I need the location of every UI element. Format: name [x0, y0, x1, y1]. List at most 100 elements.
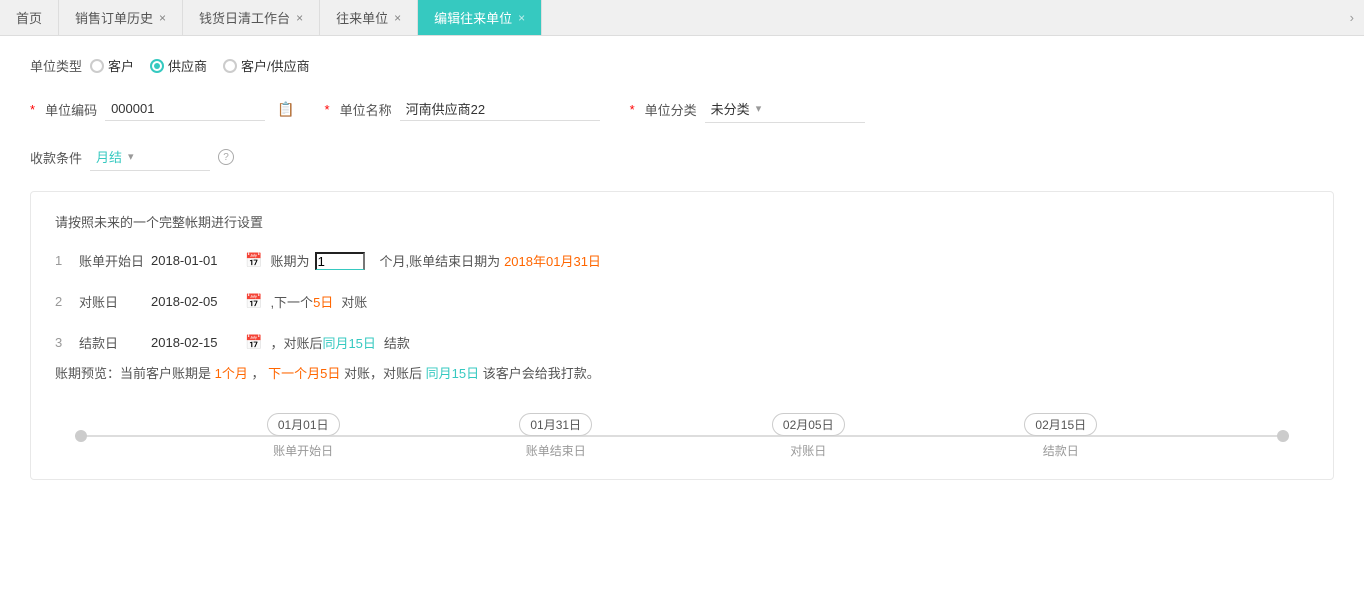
- period-end-date: 2018年01月31日: [504, 251, 601, 270]
- tab-sales-history-label: 销售订单历史: [75, 8, 153, 27]
- copy-icon[interactable]: 📋: [277, 101, 294, 118]
- name-label: 单位名称: [340, 100, 392, 119]
- calendar-icon-1[interactable]: 📅: [245, 252, 262, 269]
- tab-home[interactable]: 首页: [0, 0, 59, 35]
- timeline-start-dot: [75, 430, 87, 442]
- radio-group: 客户 供应商 客户/供应商: [90, 56, 310, 75]
- payment-row: 收款条件 月结 ▾ ?: [30, 143, 1334, 171]
- period-note-3b: 同月15日: [322, 333, 375, 352]
- timeline-sublabel-2: 账单结束日: [526, 442, 586, 459]
- radio-both-circle: [223, 59, 237, 73]
- category-group: * 单位分类 未分类 ▾: [630, 95, 865, 123]
- period-row-1: 1 账单开始日 2018-01-01 📅 账期为 个月,账单结束日期为 2018…: [55, 251, 1309, 270]
- timeline-area: 01月01日 账单开始日 01月31日 账单结束日 02月05日 对账日 02月…: [55, 413, 1309, 459]
- calendar-icon-2[interactable]: 📅: [245, 293, 262, 310]
- category-value: 未分类: [711, 99, 750, 118]
- name-input[interactable]: [400, 97, 600, 121]
- period-label-3: 结款日: [79, 333, 151, 352]
- code-input[interactable]: [105, 97, 265, 121]
- tab-expand-button[interactable]: ›: [1340, 0, 1364, 35]
- timeline-dot-end: [1277, 430, 1289, 442]
- period-label-2: 对账日: [79, 292, 151, 311]
- period-row-3: 3 结款日 2018-02-15 📅 ，对账后 同月15日 结款: [55, 333, 1309, 352]
- timeline-end-dot: [1277, 430, 1289, 442]
- timeline-point-1: 01月01日 账单开始日: [267, 413, 340, 459]
- code-label: 单位编码: [45, 100, 97, 119]
- radio-supplier-circle: [150, 59, 164, 73]
- period-months-input[interactable]: [315, 252, 365, 270]
- timeline-badge-2: 01月31日: [519, 413, 592, 436]
- category-dropdown-arrow: ▾: [756, 102, 762, 115]
- unit-type-label: 单位类型: [30, 56, 82, 75]
- period-note-2b: 5日: [313, 292, 333, 311]
- preview-part1: 1个月: [215, 366, 248, 381]
- category-required: *: [630, 102, 635, 117]
- period-note-2c: 对账: [341, 292, 367, 311]
- period-note-1a: 账期为: [270, 251, 309, 270]
- radio-customer[interactable]: 客户: [90, 56, 134, 75]
- period-date-1: 2018-01-01: [151, 253, 241, 268]
- period-note-1b: 个月,账单结束日期为: [379, 251, 500, 270]
- tabs-bar: 首页 销售订单历史 × 钱货日清工作台 × 往来单位 × 编辑往来单位 × ›: [0, 0, 1364, 36]
- period-title: 请按照未来的一个完整帐期进行设置: [55, 212, 1309, 231]
- period-num-1: 1: [55, 253, 79, 268]
- timeline-points: 01月01日 账单开始日 01月31日 账单结束日 02月05日 对账日 02月…: [75, 413, 1289, 459]
- tab-home-label: 首页: [16, 8, 42, 27]
- preview-text: 账期预览：当前客户账期是 1个月 ， 下一个月5日 对账，对账后 同月15日 该…: [55, 362, 1309, 385]
- period-note-3c: 结款: [384, 333, 410, 352]
- tab-cashier-close[interactable]: ×: [296, 11, 303, 25]
- timeline-sublabel-4: 结款日: [1043, 442, 1079, 459]
- radio-customer-label: 客户: [108, 56, 134, 75]
- tab-partners-close[interactable]: ×: [394, 11, 401, 25]
- period-note-3a: ，对账后: [270, 333, 322, 352]
- period-row-2: 2 对账日 2018-02-05 📅 ,下一个 5日 对账: [55, 292, 1309, 311]
- period-date-2: 2018-02-05: [151, 294, 241, 309]
- tab-edit-partner-label: 编辑往来单位: [434, 8, 512, 27]
- timeline-sublabel-3: 对账日: [790, 442, 826, 459]
- preview-sep1: ，: [252, 366, 265, 381]
- payment-label: 收款条件: [30, 148, 82, 167]
- help-icon[interactable]: ?: [218, 149, 234, 165]
- period-date-3: 2018-02-15: [151, 335, 241, 350]
- radio-supplier-label: 供应商: [168, 56, 207, 75]
- payment-group: 收款条件 月结 ▾ ?: [30, 143, 234, 171]
- period-num-2: 2: [55, 294, 79, 309]
- timeline-dot-start: [75, 430, 87, 442]
- preview-sep2: 对账，对账后: [344, 366, 422, 381]
- radio-supplier[interactable]: 供应商: [150, 56, 207, 75]
- preview-part2: 下一个月5日: [268, 366, 340, 381]
- period-box: 请按照未来的一个完整帐期进行设置 1 账单开始日 2018-01-01 📅 账期…: [30, 191, 1334, 480]
- tab-edit-partner[interactable]: 编辑往来单位 ×: [418, 0, 542, 35]
- timeline-badge-1: 01月01日: [267, 413, 340, 436]
- period-note-2a: ,下一个: [270, 292, 313, 311]
- calendar-icon-3[interactable]: 📅: [245, 334, 262, 351]
- name-required: *: [325, 102, 330, 117]
- radio-both[interactable]: 客户/供应商: [223, 56, 310, 75]
- payment-value: 月结: [96, 147, 122, 166]
- timeline-badge-3: 02月05日: [772, 413, 845, 436]
- payment-dropdown-arrow: ▾: [128, 150, 134, 163]
- name-group: * 单位名称: [325, 97, 600, 121]
- tab-sales-history-close[interactable]: ×: [159, 11, 166, 25]
- category-select[interactable]: 未分类 ▾: [705, 95, 865, 123]
- timeline-point-2: 01月31日 账单结束日: [519, 413, 592, 459]
- preview-part3: 同月15日: [426, 366, 479, 381]
- timeline-badge-4: 02月15日: [1024, 413, 1097, 436]
- code-group: * 单位编码 📋: [30, 97, 295, 121]
- preview-suffix: 该客户会给我打款。: [483, 366, 600, 381]
- main-content: 单位类型 客户 供应商 客户/供应商 * 单位编码: [0, 36, 1364, 608]
- tab-cashier[interactable]: 钱货日清工作台 ×: [183, 0, 320, 35]
- period-label-1: 账单开始日: [79, 251, 151, 270]
- preview-label: 账期预览：当前客户账期是: [55, 366, 211, 381]
- tab-sales-history[interactable]: 销售订单历史 ×: [59, 0, 183, 35]
- tab-edit-partner-close[interactable]: ×: [518, 11, 525, 25]
- radio-both-label: 客户/供应商: [241, 56, 310, 75]
- category-label: 单位分类: [645, 100, 697, 119]
- code-required: *: [30, 102, 35, 117]
- timeline-sublabel-1: 账单开始日: [273, 442, 333, 459]
- tab-partners[interactable]: 往来单位 ×: [320, 0, 418, 35]
- payment-select[interactable]: 月结 ▾: [90, 143, 210, 171]
- unit-type-group: 单位类型 客户 供应商 客户/供应商: [30, 56, 310, 75]
- period-num-3: 3: [55, 335, 79, 350]
- unit-type-row: 单位类型 客户 供应商 客户/供应商: [30, 56, 1334, 75]
